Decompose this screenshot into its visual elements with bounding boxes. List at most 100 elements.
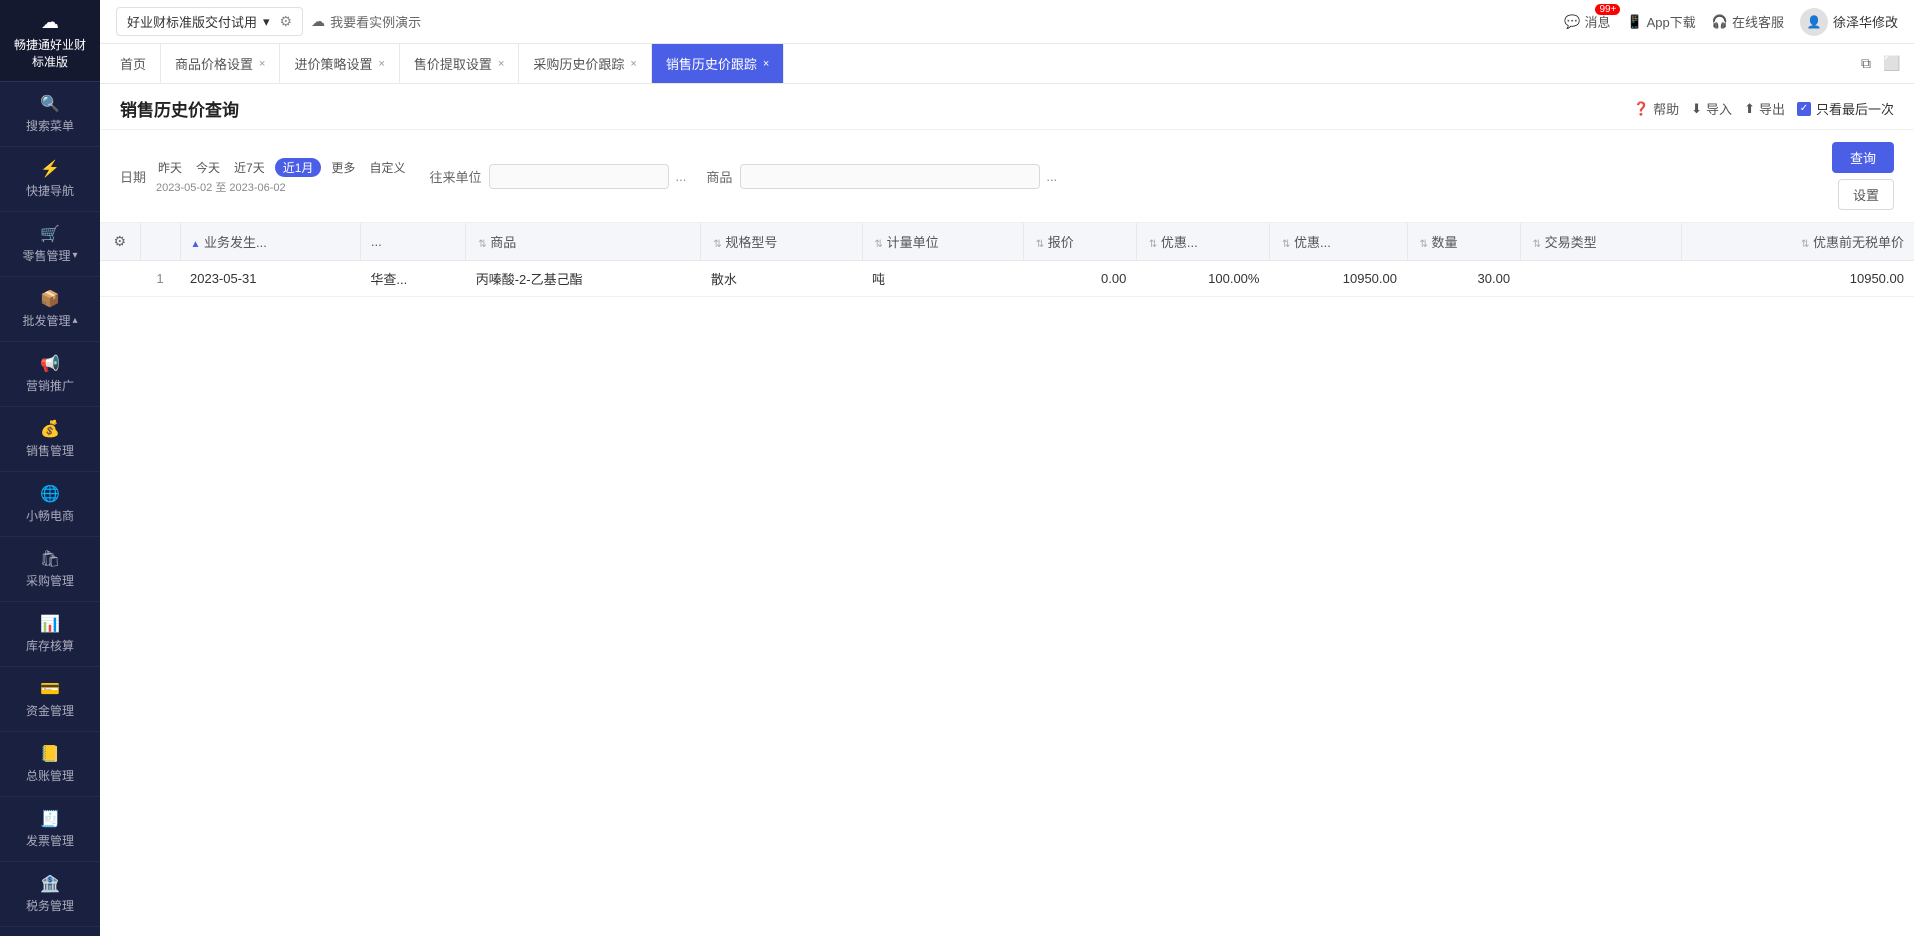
retail-mgmt-icon: 🛒 — [40, 224, 60, 244]
page-actions: ❓ 帮助 ⬇ 导入 ⬆ 导出 ✓ 只看最后一次 — [1633, 99, 1894, 118]
col-product[interactable]: ⇅ 商品 — [466, 223, 701, 261]
export-icon: ⬆ — [1744, 101, 1755, 117]
sort-icon: ⇅ — [1149, 239, 1157, 250]
product-name: 好业财标准版交付试用 — [127, 12, 257, 31]
import-icon: ⬇ — [1691, 101, 1702, 117]
date-opt-last7days[interactable]: 近7天 — [230, 158, 269, 177]
tab-home[interactable]: 首页 — [112, 44, 161, 84]
online-support-btn[interactable]: 🎧 在线客服 — [1712, 12, 1784, 31]
date-opt-today[interactable]: 今天 — [192, 158, 224, 177]
tab-purchase-strategy-close[interactable]: × — [378, 58, 384, 70]
col-more[interactable]: ... — [360, 223, 465, 261]
tab-purchase-strategy[interactable]: 进价策略设置 × — [280, 44, 399, 84]
sidebar-item-inventory[interactable]: 📊 库存核算 — [0, 602, 100, 667]
product-selector[interactable]: 好业财标准版交付试用 ▾ ⚙ — [116, 7, 303, 36]
col-business-date[interactable]: ▲ 业务发生... — [180, 223, 360, 261]
row-product: 丙嗪酸-2-乙基己酯 — [466, 261, 701, 297]
user-icon: 👤 — [1807, 15, 1822, 29]
settings-btn[interactable]: 设置 — [1838, 179, 1894, 210]
window-maximize-btn[interactable]: ⬜ — [1882, 54, 1902, 74]
export-label: 导出 — [1759, 99, 1785, 118]
sidebar-item-tax-mgmt[interactable]: 🏦 税务管理 — [0, 862, 100, 927]
help-btn[interactable]: ❓ 帮助 — [1633, 99, 1679, 118]
col-unit[interactable]: ⇅ 计量单位 — [862, 223, 1023, 261]
tab-purchase-history-close[interactable]: × — [630, 58, 636, 70]
tabbar: 首页 商品价格设置 × 进价策略设置 × 售价提取设置 × 采购历史价跟踪 × … — [100, 44, 1914, 84]
table-gear-icon[interactable]: ⚙ — [113, 233, 126, 249]
row-partner: 华查... — [360, 261, 465, 297]
partner-more-btn[interactable]: ... — [675, 169, 686, 184]
topbar: 好业财标准版交付试用 ▾ ⚙ ☁ 我要看实例演示 💬 消息 99+ 📱 App下… — [100, 0, 1914, 44]
sidebar-item-label: 资金管理 — [26, 702, 74, 719]
page-content: 销售历史价查询 ❓ 帮助 ⬇ 导入 ⬆ 导出 ✓ 只看最后一次 — [100, 84, 1914, 936]
sidebar-item-retail-mgmt[interactable]: 🛒 零售管理 ▾ — [0, 212, 100, 277]
partner-input[interactable] — [489, 164, 669, 189]
quick-nav-icon: ⚡ — [40, 159, 60, 179]
demo-text: 我要看实例演示 — [330, 12, 421, 31]
export-btn[interactable]: ⬆ 导出 — [1744, 99, 1785, 118]
sidebar-item-finance[interactable]: 💳 资金管理 — [0, 667, 100, 732]
tab-sales-history[interactable]: 销售历史价跟踪 × — [652, 44, 784, 84]
sidebar-item-invoice-mgmt[interactable]: 🧾 发票管理 — [0, 797, 100, 862]
sidebar-item-ecommerce-mgmt[interactable]: 🖥 电商管理 — [0, 927, 100, 936]
tab-product-price[interactable]: 商品价格设置 × — [161, 44, 280, 84]
last-only-checkbox[interactable]: ✓ 只看最后一次 — [1797, 99, 1894, 118]
date-range: 2023-05-02 至 2023-06-02 — [154, 179, 409, 195]
help-label: 帮助 — [1653, 99, 1679, 118]
row-num-cell: 1 — [140, 261, 180, 297]
partner-filter-group: 往来单位 ... — [429, 164, 686, 189]
sidebar-item-label: 搜索菜单 — [26, 117, 74, 134]
demo-btn[interactable]: ☁ 我要看实例演示 — [311, 12, 421, 31]
tab-purchase-history[interactable]: 采购历史价跟踪 × — [519, 44, 651, 84]
col-discount-rate-label: 优惠... — [1161, 235, 1198, 250]
settings-icon[interactable]: ⚙ — [280, 13, 293, 30]
col-settings[interactable]: ⚙ — [100, 223, 140, 261]
wholesale-mgmt-icon: 📦 — [40, 289, 60, 309]
col-discount-price[interactable]: ⇅ 优惠... — [1269, 223, 1407, 261]
message-btn[interactable]: 💬 消息 99+ — [1564, 12, 1610, 31]
table-row[interactable]: 1 2023-05-31 华查... 丙嗪酸-2-乙基己酯 散水 吨 0.00 … — [100, 261, 1914, 297]
tab-home-label: 首页 — [120, 54, 146, 73]
date-opt-yesterday[interactable]: 昨天 — [154, 158, 186, 177]
col-discount-rate[interactable]: ⇅ 优惠... — [1136, 223, 1269, 261]
query-btn[interactable]: 查询 — [1832, 142, 1894, 173]
tab-sales-history-label: 销售历史价跟踪 — [666, 54, 757, 73]
sidebar-item-general-ledger[interactable]: 📒 总账管理 — [0, 732, 100, 797]
window-restore-btn[interactable]: ⧉ — [1856, 54, 1876, 74]
app-download-btn[interactable]: 📱 App下载 — [1626, 12, 1695, 31]
col-more-label: ... — [371, 234, 382, 249]
tab-sales-history-close[interactable]: × — [763, 58, 769, 70]
row-discount-price: 10950.00 — [1269, 261, 1407, 297]
col-quoted-price[interactable]: ⇅ 报价 — [1023, 223, 1136, 261]
sort-asc-icon: ▲ — [191, 239, 201, 250]
col-transaction-type[interactable]: ⇅ 交易类型 — [1520, 223, 1681, 261]
col-pretax-price[interactable]: ⇅ 优惠前无税单价 — [1681, 223, 1914, 261]
col-quantity[interactable]: ⇅ 数量 — [1407, 223, 1520, 261]
date-opt-last1month[interactable]: 近1月 — [275, 158, 322, 177]
sidebar-item-sales-mgmt[interactable]: 💰 销售管理 — [0, 407, 100, 472]
sort-icon: ⇅ — [1282, 239, 1290, 250]
purchase-mgmt-icon: 🛍 — [40, 549, 60, 569]
product-input[interactable] — [740, 164, 1040, 189]
sidebar-item-label: 营销推广 — [26, 377, 74, 394]
sidebar-item-marketing[interactable]: 📢 营销推广 — [0, 342, 100, 407]
tab-product-price-close[interactable]: × — [259, 58, 265, 70]
product-more-btn[interactable]: ... — [1046, 169, 1057, 184]
tab-sale-price-extract[interactable]: 售价提取设置 × — [400, 44, 519, 84]
user-area[interactable]: 👤 徐泽华修改 — [1800, 8, 1898, 36]
row-unit: 吨 — [862, 261, 1023, 297]
sidebar-item-purchase-mgmt[interactable]: 🛍 采购管理 — [0, 537, 100, 602]
page-title: 销售历史价查询 — [120, 96, 239, 121]
col-spec[interactable]: ⇅ 规格型号 — [701, 223, 862, 261]
sidebar-item-quick-nav[interactable]: ⚡ 快捷导航 — [0, 147, 100, 212]
date-opt-more[interactable]: 更多 — [327, 158, 359, 177]
sidebar-item-search-menu[interactable]: 🔍 搜索菜单 — [0, 82, 100, 147]
demo-icon: ☁ — [311, 13, 325, 30]
tab-sale-price-extract-close[interactable]: × — [498, 58, 504, 70]
message-icon: 💬 — [1564, 14, 1580, 30]
sidebar-item-label: 库存核算 — [26, 637, 74, 654]
import-btn[interactable]: ⬇ 导入 — [1691, 99, 1732, 118]
date-opt-custom[interactable]: 自定义 — [365, 158, 409, 177]
sidebar-item-wholesale-mgmt[interactable]: 📦 批发管理 ▴ — [0, 277, 100, 342]
sidebar-item-ecommerce-small[interactable]: 🌐 小畅电商 — [0, 472, 100, 537]
